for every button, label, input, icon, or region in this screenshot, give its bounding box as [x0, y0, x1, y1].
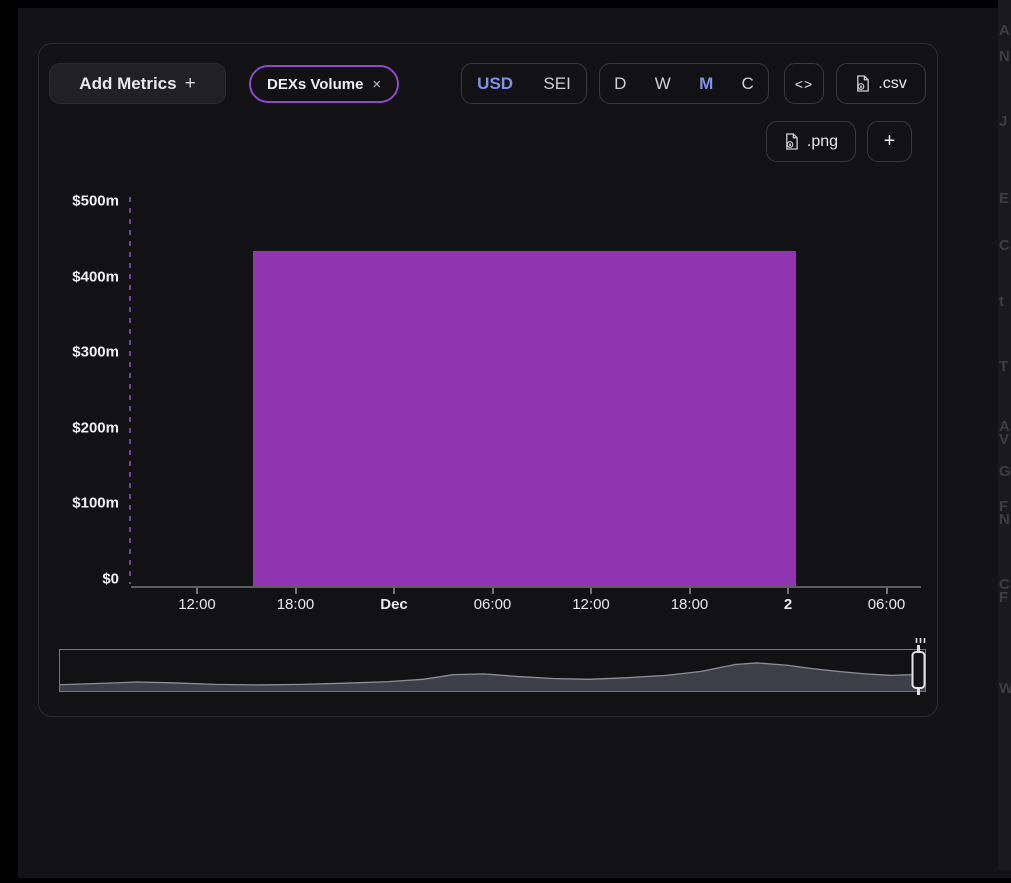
x-axis-label: 06:00 — [867, 596, 906, 613]
clipped-text-fragment: V — [999, 431, 1010, 448]
x-axis-line — [131, 586, 921, 588]
navigator-area — [59, 662, 926, 691]
clipped-text-fragment: N — [999, 48, 1010, 65]
clipped-text-fragment: C — [999, 237, 1010, 254]
x-axis-label: 2 — [783, 596, 793, 613]
x-axis-tick — [885, 588, 888, 594]
x-axis-tick — [294, 588, 297, 594]
navigator-handle[interactable] — [911, 651, 926, 689]
x-axis-label: 12:00 — [178, 596, 216, 613]
clipped-text-fragment: F — [999, 589, 1009, 606]
app-surface: Add Metrics + DEXs Volume × USD SEI D W … — [18, 8, 1011, 878]
x-axis-tick — [491, 588, 494, 594]
clipped-text-fragment: J — [999, 113, 1008, 130]
chart-navigator[interactable] — [58, 638, 927, 695]
x-axis-tick — [393, 588, 395, 594]
chart-panel: Add Metrics + DEXs Volume × USD SEI D W … — [38, 43, 938, 717]
clipped-text-fragment: t — [999, 293, 1004, 310]
x-axis-label: 06:00 — [473, 596, 512, 613]
clipped-text-fragment: E — [999, 190, 1010, 207]
x-axis-tick — [688, 588, 691, 594]
x-axis-tick — [787, 588, 789, 594]
x-axis-label: 18:00 — [670, 596, 709, 613]
y-axis-label: $300m — [72, 343, 119, 361]
y-axis-label: $400m — [72, 268, 119, 286]
y-axis-label: $500m — [72, 192, 119, 210]
y-axis-label: $0 — [102, 570, 119, 588]
y-axis-label: $100m — [72, 494, 119, 512]
clipped-text-fragment: T — [999, 358, 1009, 375]
y-axis-label: $200m — [72, 419, 119, 437]
right-edge-clipped-text: ANJECtTAVGFNCFW — [998, 0, 1011, 870]
clipped-text-fragment: A — [999, 22, 1010, 39]
clipped-text-fragment: G — [999, 463, 1011, 480]
x-axis-tick — [590, 588, 592, 594]
clipped-text-fragment: N — [999, 511, 1010, 528]
dexs-volume-bar[interactable] — [252, 251, 797, 586]
x-axis-tick — [196, 588, 198, 594]
x-axis-label: 12:00 — [572, 596, 610, 613]
plot-left-dashed-line — [129, 197, 131, 584]
x-axis-label: 18:00 — [276, 596, 315, 613]
x-axis-label: Dec — [380, 596, 408, 613]
volume-bar-chart: $500m $400m $300m $200m $100m $0 12:00 18:00 Dec… — [39, 44, 937, 716]
clipped-text-fragment: W — [999, 680, 1011, 697]
